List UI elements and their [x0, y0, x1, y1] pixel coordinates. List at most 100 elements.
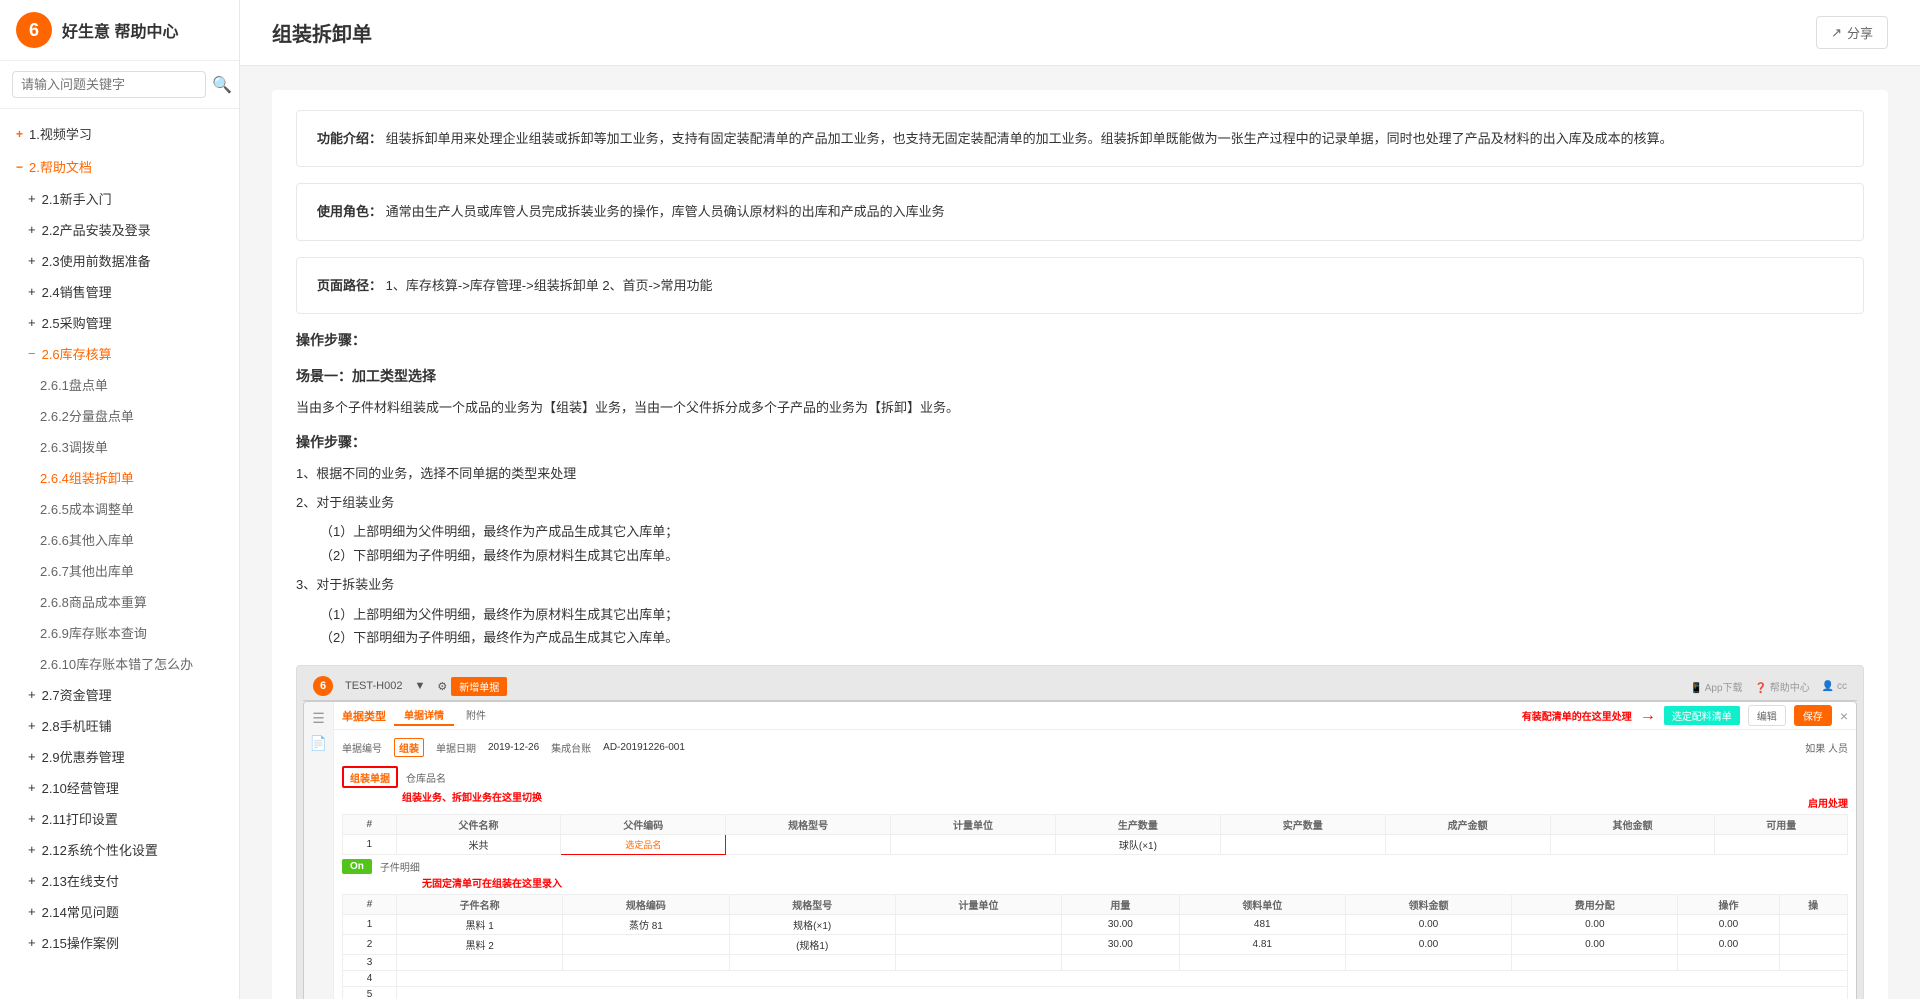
sidebar-leaf-264[interactable]: 2.6.4组装拆卸单 — [0, 462, 239, 493]
mock-form-value-type: 组装 — [394, 738, 424, 757]
role-label: 使用角色： — [317, 204, 382, 219]
mock-th-1: 父件名称 — [396, 815, 561, 835]
sidebar-item-210[interactable]: + 2.10经营管理 — [0, 772, 239, 803]
search-button[interactable]: 🔍 — [212, 75, 232, 95]
mock-save-btn[interactable]: 保存 — [1794, 705, 1832, 726]
mock-cr2-8: 0.00 — [1512, 935, 1678, 955]
mock-new-btn[interactable]: 新增单据 — [451, 677, 507, 696]
mock-appstore-icon: 📱 App下载 — [1690, 679, 1742, 694]
sidebar-header: 6 好生意 帮助中心 — [0, 0, 239, 61]
sidebar-item-214[interactable]: + 2.14常见问题 — [0, 896, 239, 927]
step2: 2、对于组装业务 — [296, 491, 1864, 514]
sidebar-item-28[interactable]: + 2.8手机旺铺 — [0, 710, 239, 741]
content-wrapper: 功能介绍： 组装拆卸单用来处理企业组装或拆卸等加工业务，支持有固定装配清单的产品… — [272, 90, 1888, 999]
minus-icon-26: − — [28, 346, 36, 361]
sidebar-item-211[interactable]: + 2.11打印设置 — [0, 803, 239, 834]
mock-ch-3: 规格型号 — [729, 895, 895, 915]
mock-cell-spec — [726, 835, 891, 855]
mock-form-label-2: 单据日期 — [436, 740, 476, 755]
step3: 3、对于拆装业务 — [296, 573, 1864, 596]
sidebar-item-21[interactable]: + 2.1新手入门 — [0, 183, 239, 214]
sidebar-leaf-267[interactable]: 2.6.7其他出库单 — [0, 555, 239, 586]
mock-annotation4: 无固定清单可在组装在这里录入 — [422, 879, 562, 890]
sidebar-leaf-263[interactable]: 2.6.3调拨单 — [0, 431, 239, 462]
mock-tab-inactive[interactable]: 附件 — [456, 705, 496, 726]
sidebar-leaf-265[interactable]: 2.6.5成本调整单 — [0, 493, 239, 524]
mock-assemble-toggle[interactable]: 组装单据 — [342, 766, 398, 788]
sidebar-leaf-269[interactable]: 2.6.9库存账本查询 — [0, 617, 239, 648]
mock-cr3-10 — [1779, 955, 1848, 971]
mock-cell-prod-amt — [1385, 835, 1550, 855]
mock-ch-0: # — [343, 895, 397, 915]
mock-cr3-3 — [729, 955, 895, 971]
sidebar-leaf-261[interactable]: 2.6.1盘点单 — [0, 369, 239, 400]
mock-th-0: # — [343, 815, 397, 835]
mock-child-row-4: 4 — [343, 971, 1848, 987]
mock-confirm-btn[interactable]: 选定配料清单 — [1664, 706, 1740, 725]
sidebar-item-25[interactable]: + 2.5采购管理 — [0, 307, 239, 338]
mock-ch-10: 操 — [1779, 895, 1848, 915]
mock-child-row-5: 5 — [343, 987, 1848, 999]
mock-cell-other-amt — [1550, 835, 1715, 855]
mock-th-3: 规格型号 — [726, 815, 891, 835]
mock-cell-avail — [1715, 835, 1848, 855]
mock-annotation1-label: 有装配清单的在这里处理 — [1522, 708, 1632, 723]
mock-cr1-7: 0.00 — [1345, 915, 1511, 935]
mock-titlebar: 单据类型 单据详情 附件 有装配清单的在这里处理 → — [334, 702, 1856, 730]
mock-gear-icon: ⚙ — [437, 680, 447, 693]
sidebar-item-215[interactable]: + 2.15操作案例 — [0, 927, 239, 958]
sidebar-item-26[interactable]: − 2.6库存核算 — [0, 338, 239, 369]
mock-cr1-9: 0.00 — [1678, 915, 1779, 935]
sidebar-item-213[interactable]: + 2.13在线支付 — [0, 865, 239, 896]
mock-th-6: 实产数量 — [1220, 815, 1385, 835]
mock-cr1-5: 30.00 — [1062, 915, 1179, 935]
step2-sub1: （1）上部明细为父件明细，最终作为产成品生成其它入库单； — [320, 520, 1864, 543]
mock-user-icon: 👤 cc — [1822, 681, 1847, 692]
mock-edit-btn[interactable]: 编辑 — [1748, 705, 1786, 726]
search-input[interactable] — [12, 71, 206, 98]
sidebar-item-23[interactable]: + 2.3使用前数据准备 — [0, 245, 239, 276]
role-text: 通常由生产人员或库管人员完成拆装业务的操作，库管人员确认原材料的出库和产成品的入… — [386, 204, 945, 219]
mock-close-btn[interactable]: × — [1840, 708, 1848, 724]
mock-cr1-6: 481 — [1179, 915, 1345, 935]
mock-tab-active[interactable]: 单据详情 — [394, 705, 454, 726]
plus-icon-29: + — [28, 749, 36, 764]
mock-on-toggle[interactable]: On — [342, 859, 372, 874]
mock-cr1-1: 黑料 1 — [397, 915, 563, 935]
mock-cr4-0: 4 — [343, 971, 397, 987]
mock-th-8: 其他金额 — [1550, 815, 1715, 835]
sidebar-leaf-266[interactable]: 2.6.6其他入库单 — [0, 524, 239, 555]
sidebar-leaf-268[interactable]: 2.6.8商品成本重算 — [0, 586, 239, 617]
mock-cr3-9 — [1678, 955, 1779, 971]
plus-icon-27: + — [28, 687, 36, 702]
feature-intro-label: 功能介绍： — [317, 131, 382, 146]
mock-cr3-6 — [1179, 955, 1345, 971]
mock-cr1-10 — [1779, 915, 1848, 935]
mock-cr3-1 — [397, 955, 563, 971]
mock-cr3-7 — [1345, 955, 1511, 971]
mock-table-row-1: 1 米共 选定品名 球队(×1) — [343, 835, 1848, 855]
sidebar-item-help[interactable]: − 2.帮助文档 — [0, 150, 239, 183]
step3-sub1: （1）上部明细为父件明细，最终作为原材料生成其它出库单； — [320, 603, 1864, 626]
mock-cell-actual-qty — [1220, 835, 1385, 855]
mock-cr2-3: (规格1) — [729, 935, 895, 955]
sidebar-leaf-262[interactable]: 2.6.2分量盘点单 — [0, 400, 239, 431]
mock-cr3-8 — [1512, 955, 1678, 971]
sidebar-item-27[interactable]: + 2.7资金管理 — [0, 679, 239, 710]
share-button[interactable]: ↗ 分享 — [1816, 16, 1888, 49]
mock-cr1-2: 蒸仿 81 — [563, 915, 729, 935]
share-icon: ↗ — [1831, 25, 1842, 41]
mock-ch-9: 操作 — [1678, 895, 1779, 915]
sidebar-item-24[interactable]: + 2.4销售管理 — [0, 276, 239, 307]
mock-cr2-1: 黑料 2 — [397, 935, 563, 955]
sidebar-leaf-2610[interactable]: 2.6.10库存账本错了怎么办 — [0, 648, 239, 679]
mock-ch-2: 规格编码 — [563, 895, 729, 915]
sidebar-item-video[interactable]: + 1.视频学习 — [0, 117, 239, 150]
step2-sub2: （2）下部明细为子件明细，最终作为原材料生成其它出库单。 — [320, 544, 1864, 567]
mock-th-9: 可用量 — [1715, 815, 1848, 835]
sidebar-item-212[interactable]: + 2.12系统个性化设置 — [0, 834, 239, 865]
mock-child-row-1: 1 黑料 1 蒸仿 81 规格(×1) 30.00 481 0 — [343, 915, 1848, 935]
sidebar-item-29[interactable]: + 2.9优惠券管理 — [0, 741, 239, 772]
sidebar-item-22[interactable]: + 2.2产品安装及登录 — [0, 214, 239, 245]
feature-intro-text: 组装拆卸单用来处理企业组装或拆卸等加工业务，支持有固定装配清单的产品加工业务，也… — [386, 131, 1673, 146]
